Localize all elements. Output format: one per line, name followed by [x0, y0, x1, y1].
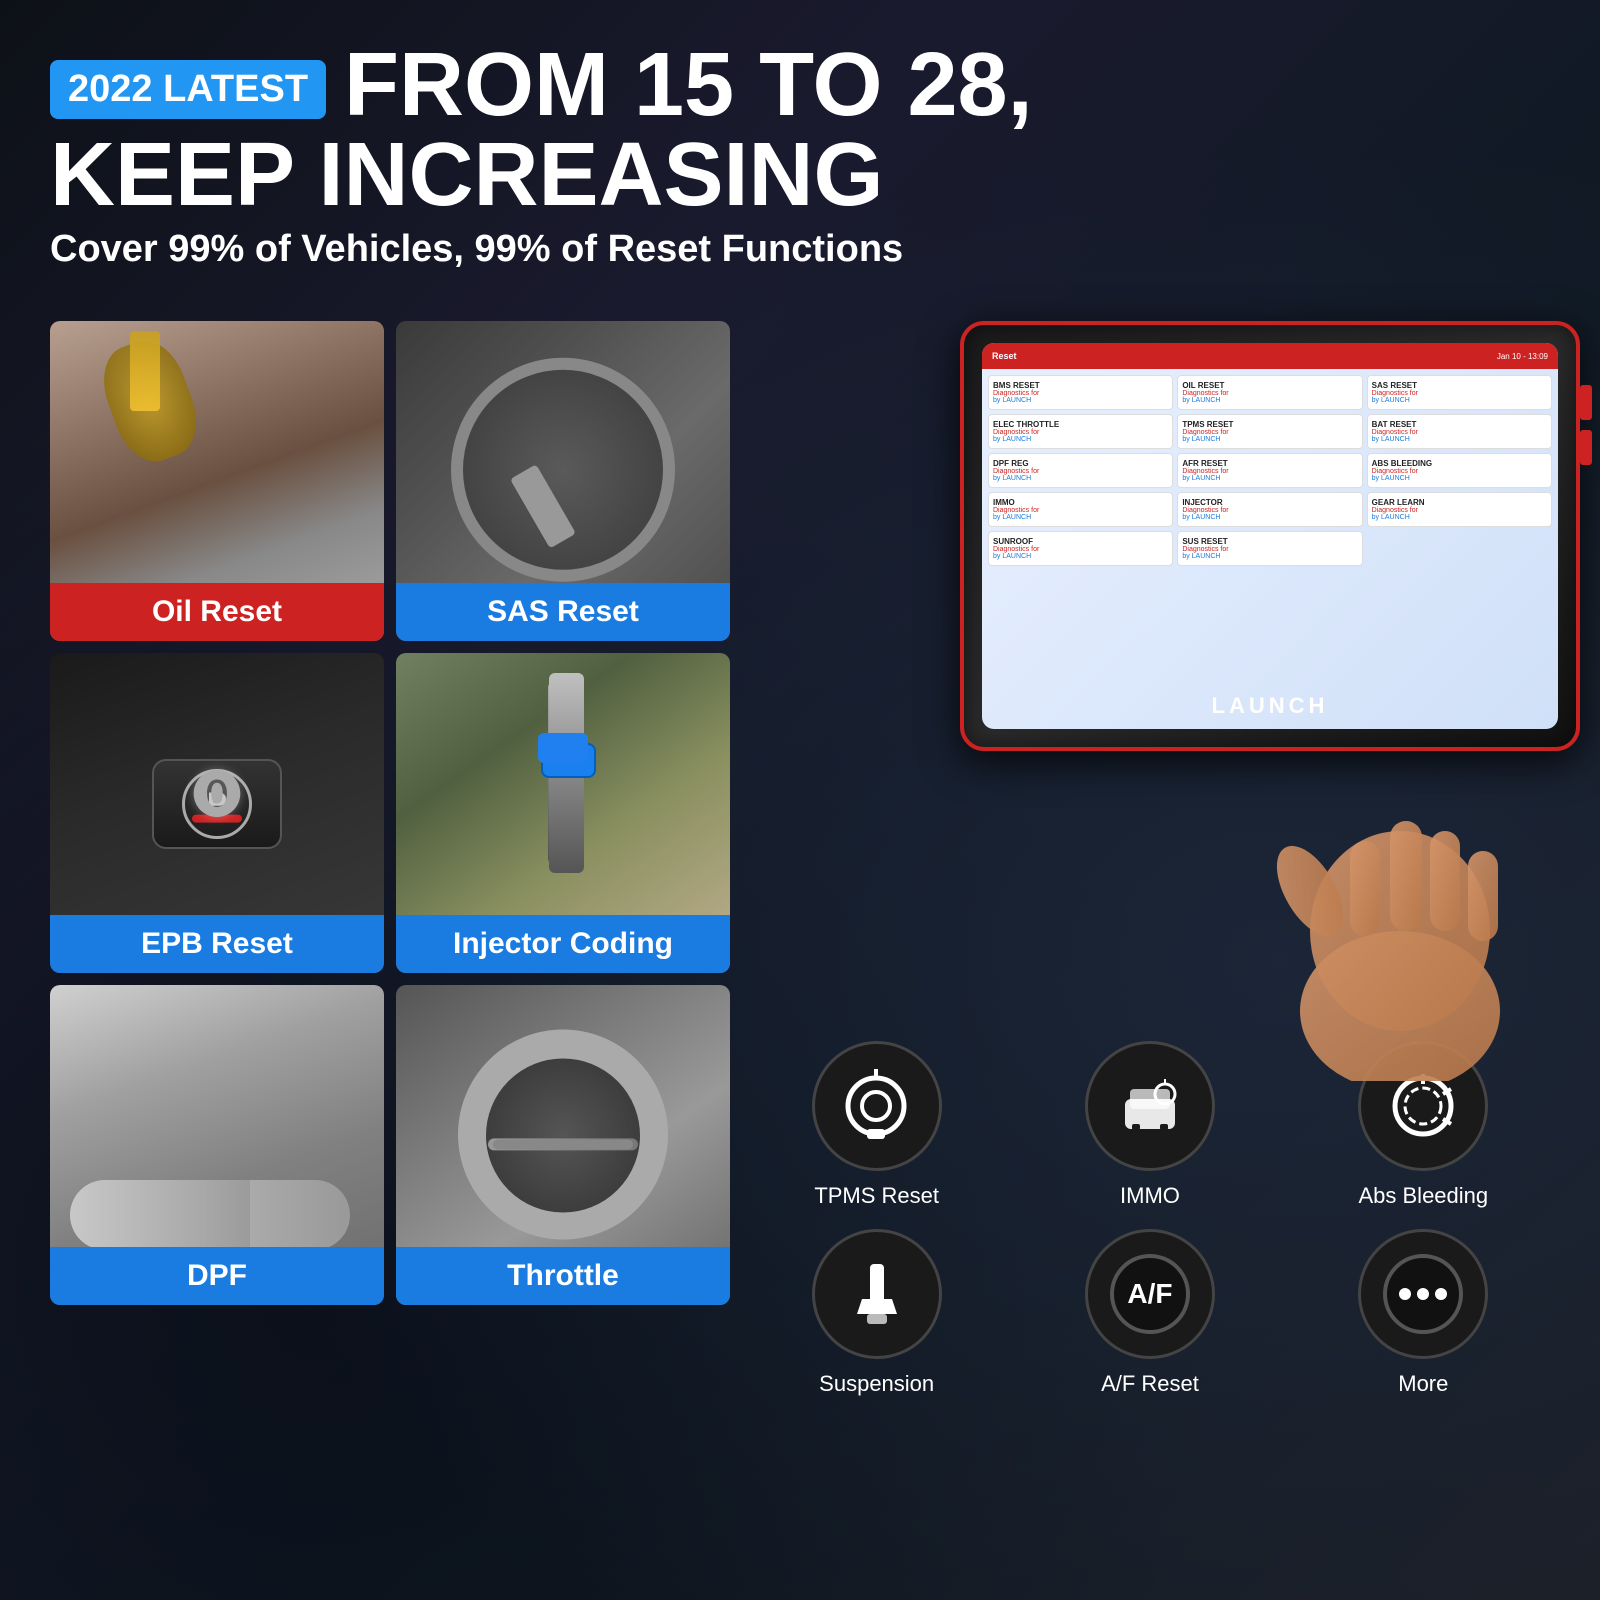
page-header: 2022 LATEST FROM 15 TO 28, KEEP INCREASI… — [50, 40, 1550, 301]
icon-item-tpms: TPMS Reset — [750, 1041, 1003, 1209]
screen-item-sunroof[interactable]: SUNROOFDiagnostics forby LAUNCH — [988, 531, 1173, 566]
screen-item-bms[interactable]: BMS RESETDiagnostics forby LAUNCH — [988, 375, 1173, 410]
service-label-dpf: DPF — [50, 1247, 384, 1305]
service-label-oil-reset: Oil Reset — [50, 583, 384, 641]
device-logo: LAUNCH — [1212, 693, 1329, 719]
icon-item-suspension: Suspension — [750, 1229, 1003, 1397]
headline-line2: KEEP INCREASING — [50, 130, 1550, 220]
screen-item-afr[interactable]: AFR RESETDiagnostics forby LAUNCH — [1177, 453, 1362, 488]
icon-label-tpms: TPMS Reset — [814, 1183, 939, 1209]
screen-item-tpms[interactable]: TPMS RESETDiagnostics forby LAUNCH — [1177, 414, 1362, 449]
screen-item-injector[interactable]: INJECTORDiagnostics forby LAUNCH — [1177, 492, 1362, 527]
side-button-2[interactable] — [1580, 430, 1592, 465]
screen-item-oil[interactable]: OIL RESETDiagnostics forby LAUNCH — [1177, 375, 1362, 410]
screen-header: Reset Jan 10 - 13:09 — [982, 343, 1558, 369]
service-card-throttle[interactable]: Throttle — [396, 985, 730, 1305]
services-grid: Oil Reset SAS Reset P EPB Reset Injec — [50, 321, 730, 1397]
headline-line1: 2022 LATEST FROM 15 TO 28, — [50, 40, 1033, 130]
dot-3 — [1435, 1288, 1447, 1300]
badge-latest: 2022 LATEST — [50, 60, 326, 119]
screen-item-immo[interactable]: IMMODiagnostics forby LAUNCH — [988, 492, 1173, 527]
screen-title: Reset — [992, 351, 1497, 361]
screen-item-sas[interactable]: SAS RESETDiagnostics forby LAUNCH — [1367, 375, 1552, 410]
icon-label-suspension: Suspension — [819, 1371, 934, 1397]
screen-item-throttle[interactable]: ELEC THROTTLEDiagnostics forby LAUNCH — [988, 414, 1173, 449]
subheadline: Cover 99% of Vehicles, 99% of Reset Func… — [50, 228, 903, 271]
dot-2 — [1417, 1288, 1429, 1300]
icon-circle-suspension — [812, 1229, 942, 1359]
device-container: Reset Jan 10 - 13:09 BMS RESETDiagnostic… — [750, 321, 1550, 1021]
headline-main: FROM 15 TO 28, — [344, 40, 1033, 130]
icon-circle-af: A/F — [1085, 1229, 1215, 1359]
icons-grid: TPMS Reset — [750, 1041, 1550, 1397]
hand-illustration — [1200, 731, 1600, 1081]
icon-label-immo: IMMO — [1120, 1183, 1180, 1209]
service-label-throttle: Throttle — [396, 1247, 730, 1305]
headline-secondary: KEEP INCREASING — [50, 125, 884, 225]
screen-item-dpf[interactable]: DPF REGDiagnostics forby LAUNCH — [988, 453, 1173, 488]
icon-item-af-reset: A/F A/F Reset — [1023, 1229, 1276, 1397]
icon-label-more: More — [1398, 1371, 1448, 1397]
icon-item-more: More — [1297, 1229, 1550, 1397]
af-symbol: A/F — [1127, 1278, 1172, 1310]
icon-label-af: A/F Reset — [1101, 1371, 1199, 1397]
screen-item-abs[interactable]: ABS BLEEDINGDiagnostics forby LAUNCH — [1367, 453, 1552, 488]
page-content: 2022 LATEST FROM 15 TO 28, KEEP INCREASI… — [0, 0, 1600, 1600]
service-label-sas-reset: SAS Reset — [396, 583, 730, 641]
service-card-dpf[interactable]: DPF — [50, 985, 384, 1305]
hand-svg — [1200, 731, 1600, 1081]
icon-circle-tpms — [812, 1041, 942, 1171]
service-card-epb-reset[interactable]: P EPB Reset — [50, 653, 384, 973]
device-side-buttons — [1580, 385, 1592, 465]
screen-item-bat[interactable]: BAT RESETDiagnostics forby LAUNCH — [1367, 414, 1552, 449]
screen-item-sus[interactable]: SUS RESETDiagnostics forby LAUNCH — [1177, 531, 1362, 566]
main-body: Oil Reset SAS Reset P EPB Reset Injec — [50, 321, 1550, 1397]
screen-date: Jan 10 - 13:09 — [1497, 352, 1548, 361]
device-screen: Reset Jan 10 - 13:09 BMS RESETDiagnostic… — [982, 343, 1558, 729]
dot-1 — [1399, 1288, 1411, 1300]
device-body: Reset Jan 10 - 13:09 BMS RESETDiagnostic… — [960, 321, 1580, 751]
service-card-oil-reset[interactable]: Oil Reset — [50, 321, 384, 641]
service-card-injector-coding[interactable]: Injector Coding — [396, 653, 730, 973]
icon-circle-immo — [1085, 1041, 1215, 1171]
suspension-icon — [842, 1259, 912, 1329]
right-side: Reset Jan 10 - 13:09 BMS RESETDiagnostic… — [750, 321, 1550, 1397]
service-label-injector-coding: Injector Coding — [396, 915, 730, 973]
side-button-1[interactable] — [1580, 385, 1592, 420]
tpms-icon — [839, 1069, 914, 1144]
service-label-epb-reset: EPB Reset — [50, 915, 384, 973]
immo-icon — [1115, 1069, 1185, 1144]
icon-circle-more — [1358, 1229, 1488, 1359]
screen-item-gear[interactable]: GEAR LEARNDiagnostics forby LAUNCH — [1367, 492, 1552, 527]
icon-label-abs: Abs Bleeding — [1358, 1183, 1488, 1209]
service-card-sas-reset[interactable]: SAS Reset — [396, 321, 730, 641]
screen-content: BMS RESETDiagnostics forby LAUNCH OIL RE… — [982, 369, 1558, 572]
